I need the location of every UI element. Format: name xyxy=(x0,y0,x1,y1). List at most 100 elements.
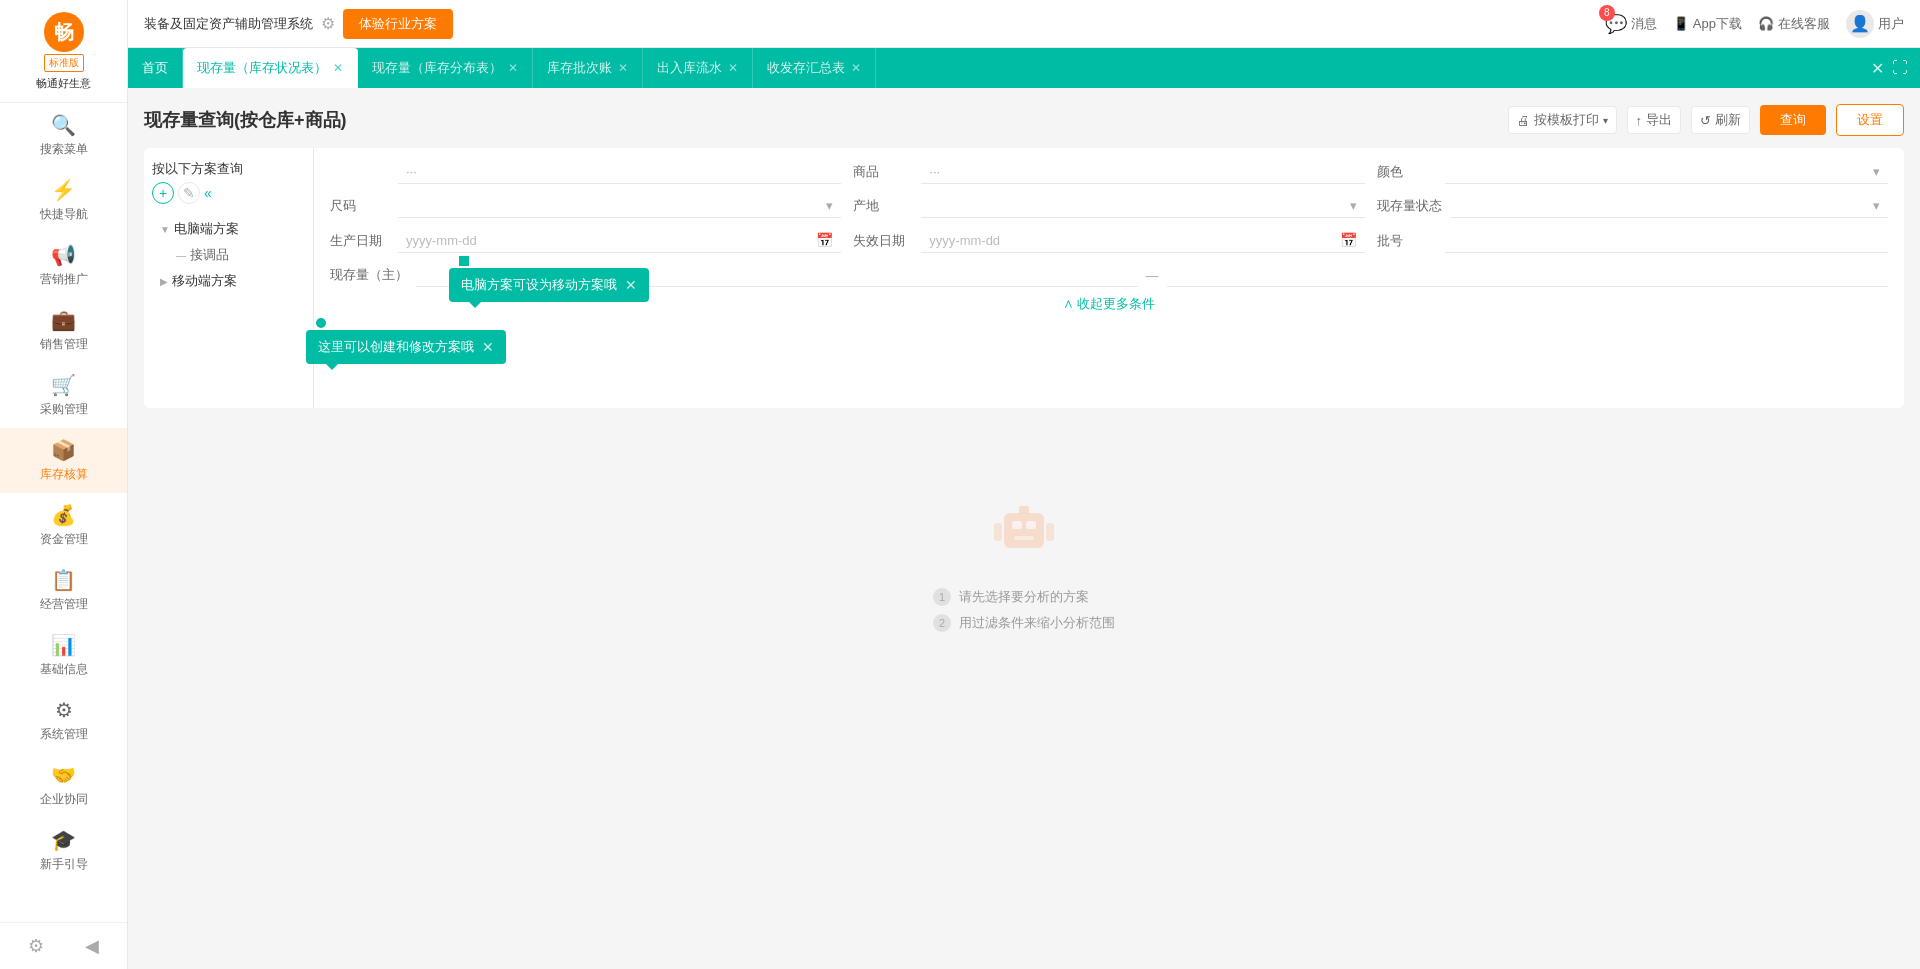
origin-select[interactable]: ▾ xyxy=(921,194,1364,218)
sidebar: 畅 标准版 畅通好生意 🔍 搜索菜单 ⚡ 快捷导航 📢 营销推广 💼 销售管理 … xyxy=(0,0,128,969)
add-scheme-btn[interactable]: + xyxy=(152,182,174,204)
filter-label: 按以下方案查询 xyxy=(152,160,243,178)
logo-tag: 标准版 xyxy=(44,54,84,72)
print-label: 按模板打印 xyxy=(1534,111,1599,129)
app-download-btn[interactable]: 📱 App下载 xyxy=(1673,15,1742,33)
sidebar-item-marketing[interactable]: 📢 营销推广 xyxy=(0,233,127,298)
user-label: 用户 xyxy=(1878,15,1904,33)
sidebar-item-label: 快捷导航 xyxy=(40,206,88,223)
marketing-icon: 📢 xyxy=(51,243,76,267)
sidebar-item-label: 营销推广 xyxy=(40,271,88,288)
range-separator: — xyxy=(1146,268,1159,283)
topbar-settings-icon[interactable]: ⚙ xyxy=(321,14,335,33)
tooltip-2-close[interactable]: ✕ xyxy=(482,339,494,355)
filter-content: 按以下方案查询 + ✎ « ▼ 电脑端方案 — 接调品 xyxy=(144,148,1904,408)
size-label: 尺码 xyxy=(330,197,390,215)
tabbar-right: ✕ ⛶ xyxy=(1859,59,1920,78)
print-btn[interactable]: 🖨 按模板打印 ▾ xyxy=(1508,106,1617,134)
sidebar-item-label: 销售管理 xyxy=(40,336,88,353)
prod-date-input[interactable]: yyyy-mm-dd 📅 xyxy=(398,228,841,253)
sidebar-item-operations[interactable]: 📋 经营管理 xyxy=(0,558,127,623)
main-area: 装备及固定资产辅助管理系统 ⚙ 体验行业方案 💬 8 消息 📱 App下载 🎧 … xyxy=(128,0,1920,969)
tab-inventory-batch-close[interactable]: ✕ xyxy=(618,61,628,75)
sidebar-logo-text: 畅通好生意 xyxy=(36,76,91,90)
tab-inventory-status[interactable]: 现存量（库存状况表） ✕ xyxy=(183,48,358,88)
settings-bottom-icon[interactable]: ⚙ xyxy=(28,935,44,957)
filter-item-exp-date: 失效日期 yyyy-mm-dd 📅 xyxy=(853,228,1364,253)
edit-scheme-btn[interactable]: ✎ xyxy=(178,182,200,204)
expand-icon[interactable]: ⛶ xyxy=(1892,59,1908,77)
sidebar-item-basics[interactable]: 📊 基础信息 xyxy=(0,623,127,688)
batch-input[interactable] xyxy=(1445,229,1888,253)
filter-item-warehouse: ··· xyxy=(330,160,841,184)
refresh-btn[interactable]: ↺ 刷新 xyxy=(1691,106,1750,134)
sidebar-item-guide[interactable]: 🎓 新手引导 xyxy=(0,818,127,883)
setting-btn[interactable]: 设置 xyxy=(1836,104,1904,136)
sidebar-item-sales[interactable]: 💼 销售管理 xyxy=(0,298,127,363)
operations-icon: 📋 xyxy=(51,568,76,592)
logo-icon: 畅 xyxy=(44,12,84,52)
user-btn[interactable]: 👤 用户 xyxy=(1846,10,1904,38)
content-area: 现存量查询(按仓库+商品) 🖨 按模板打印 ▾ ↑ 导出 ↺ 刷新 查询 设置 xyxy=(128,88,1920,969)
tab-inventory-dist-close[interactable]: ✕ xyxy=(508,61,518,75)
tip-text-2: 用过滤条件来缩小分析范围 xyxy=(959,614,1115,632)
close-other-tabs-icon[interactable]: ✕ xyxy=(1871,59,1884,78)
sidebar-item-quick[interactable]: ⚡ 快捷导航 xyxy=(0,168,127,233)
sidebar-item-search[interactable]: 🔍 搜索菜单 xyxy=(0,103,127,168)
scheme-desktop[interactable]: ▼ 电脑端方案 xyxy=(152,216,305,242)
support-label: 在线客服 xyxy=(1778,15,1830,33)
trial-btn[interactable]: 体验行业方案 xyxy=(343,9,453,39)
tab-inventory-status-close[interactable]: ✕ xyxy=(333,61,343,75)
warehouse-select[interactable]: ··· xyxy=(398,160,841,184)
prod-date-label: 生产日期 xyxy=(330,232,390,250)
color-select[interactable]: ▾ xyxy=(1445,160,1888,184)
tab-home[interactable]: 首页 xyxy=(128,48,183,88)
sidebar-bottom: ⚙ ◀ xyxy=(0,922,127,969)
stock-qty-max[interactable] xyxy=(1167,263,1889,287)
sidebar-item-enterprise[interactable]: 🤝 企业协同 xyxy=(0,753,127,818)
goods-dots: ··· xyxy=(929,164,940,179)
svg-rect-1 xyxy=(1012,521,1022,529)
scheme-tree: 按以下方案查询 + ✎ « ▼ 电脑端方案 — 接调品 xyxy=(144,148,314,408)
collapse-sidebar-icon[interactable]: ◀ xyxy=(85,935,99,957)
scheme-child-label: 接调品 xyxy=(190,246,229,264)
sidebar-item-finance[interactable]: 💰 资金管理 xyxy=(0,493,127,558)
tab-in-out-flow-close[interactable]: ✕ xyxy=(728,61,738,75)
search-btn[interactable]: 查询 xyxy=(1760,105,1826,135)
origin-label: 产地 xyxy=(853,197,913,215)
prod-date-placeholder: yyyy-mm-dd xyxy=(406,233,477,248)
purchase-icon: 🛒 xyxy=(51,373,76,397)
sidebar-logo: 畅 标准版 畅通好生意 xyxy=(0,0,127,103)
tab-inventory-dist[interactable]: 现存量（库存分布表） ✕ xyxy=(358,48,533,88)
online-support-btn[interactable]: 🎧 在线客服 xyxy=(1758,15,1830,33)
sidebar-item-system[interactable]: ⚙ 系统管理 xyxy=(0,688,127,753)
size-select[interactable]: ▾ xyxy=(398,194,841,218)
export-btn[interactable]: ↑ 导出 xyxy=(1627,106,1682,134)
stock-status-label: 现存量状态 xyxy=(1377,197,1442,215)
goods-select[interactable]: ··· xyxy=(921,160,1364,184)
color-label: 颜色 xyxy=(1377,163,1437,181)
stock-status-select[interactable]: ▾ xyxy=(1450,194,1888,218)
sidebar-item-label: 基础信息 xyxy=(40,661,88,678)
tab-in-out-flow[interactable]: 出入库流水 ✕ xyxy=(643,48,753,88)
tab-recv-send-sum-label: 收发存汇总表 xyxy=(767,59,845,77)
message-btn[interactable]: 💬 8 消息 xyxy=(1605,13,1657,35)
tip-text-1: 请先选择要分析的方案 xyxy=(959,588,1089,606)
tab-inventory-batch[interactable]: 库存批次账 ✕ xyxy=(533,48,643,88)
tooltip-1-close[interactable]: ✕ xyxy=(625,277,637,293)
tab-recv-send-sum-close[interactable]: ✕ xyxy=(851,61,861,75)
empty-tip-1: 1 请先选择要分析的方案 xyxy=(933,588,1115,606)
tab-recv-send-sum[interactable]: 收发存汇总表 ✕ xyxy=(753,48,876,88)
filter-item-color: 颜色 ▾ xyxy=(1377,160,1888,184)
sidebar-item-inventory[interactable]: 📦 库存核算 xyxy=(0,428,127,493)
scheme-desktop-child[interactable]: — 接调品 xyxy=(152,242,305,268)
prod-date-calendar-icon: 📅 xyxy=(816,232,833,248)
svg-rect-0 xyxy=(1004,513,1044,548)
exp-date-input[interactable]: yyyy-mm-dd 📅 xyxy=(921,228,1364,253)
svg-rect-4 xyxy=(1019,506,1029,514)
quick-icon: ⚡ xyxy=(51,178,76,202)
sidebar-item-purchase[interactable]: 🛒 采购管理 xyxy=(0,363,127,428)
collapse-scheme-icon[interactable]: « xyxy=(204,185,212,201)
scheme-mobile[interactable]: ▶ 移动端方案 xyxy=(152,268,305,294)
tab-inventory-batch-label: 库存批次账 xyxy=(547,59,612,77)
